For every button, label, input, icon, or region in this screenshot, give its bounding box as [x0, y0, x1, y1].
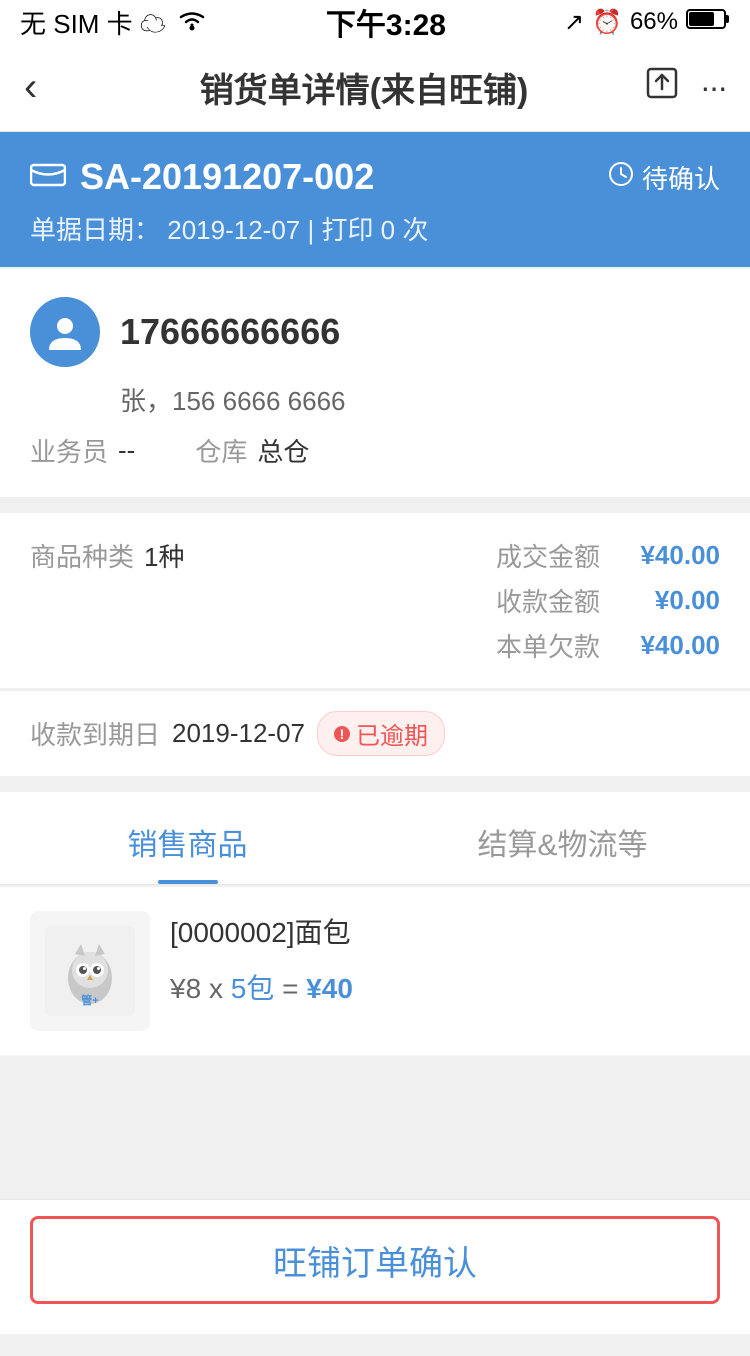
order-id: SA-20191207-002: [30, 156, 374, 198]
order-number: SA-20191207-002: [80, 156, 374, 198]
order-date: 单据日期： 2019-12-07 | 打印 0 次: [30, 210, 720, 247]
received-amount: 收款金额 ¥0.00: [496, 582, 720, 619]
order-icon: [30, 156, 66, 198]
avatar: [30, 297, 100, 367]
confirm-order-button[interactable]: 旺铺订单确认: [30, 1216, 720, 1304]
customer-phone: 17666666666: [120, 311, 340, 353]
more-button[interactable]: ···: [700, 69, 726, 106]
product-name: [0000002]面包: [170, 911, 720, 951]
due-label: 收款到期日: [30, 715, 160, 752]
order-status: 待确认: [608, 159, 720, 196]
product-details: [0000002]面包 ¥8 x 5包 = ¥40: [170, 911, 720, 1007]
battery-icon: [686, 8, 730, 37]
wifi-icon: [176, 7, 208, 38]
status-time: 下午3:28: [326, 0, 446, 44]
tab-products[interactable]: 销售商品: [0, 792, 375, 884]
overdue-icon: !: [334, 726, 350, 742]
bottom-bar: 旺铺订单确认: [0, 1199, 750, 1334]
owed-amount: 本单欠款 ¥40.00: [496, 627, 720, 664]
share-button[interactable]: [644, 65, 680, 110]
tab-settlement[interactable]: 结算&物流等: [375, 792, 750, 884]
transaction-amount: 成交金额 ¥40.00: [496, 537, 720, 574]
tabs-section: 销售商品 结算&物流等: [0, 792, 750, 885]
amounts: 成交金额 ¥40.00 收款金额 ¥0.00 本单欠款 ¥40.00: [496, 537, 720, 664]
page-title: 销货单详情(来自旺铺): [84, 63, 644, 112]
product-list: 管+ [0000002]面包 ¥8 x 5包 = ¥40: [0, 887, 750, 1056]
clock-icon: [608, 161, 634, 194]
warehouse-info: 仓库 总仓: [195, 432, 309, 469]
status-left: 无 SIM 卡 ☁: [20, 4, 208, 41]
status-text: 待确认: [642, 159, 720, 196]
due-date-value: 2019-12-07: [172, 718, 305, 749]
summary-section: 商品种类 1种 成交金额 ¥40.00 收款金额 ¥0.00 本单欠款 ¥40.…: [0, 513, 750, 688]
sales-info: 业务员 --: [30, 432, 135, 469]
due-date-section: 收款到期日 2019-12-07 ! 已逾期: [0, 690, 750, 776]
status-bar: 无 SIM 卡 ☁ 下午3:28 ↗ ⏰ 66%: [0, 0, 750, 44]
nav-actions: ···: [644, 65, 726, 110]
order-header: SA-20191207-002 待确认 单据日期： 2019-12-07 | 打…: [0, 132, 750, 267]
product-thumbnail: 管+: [30, 911, 150, 1031]
customer-name-phone: 张，156 6666 6666: [120, 381, 720, 418]
overdue-text: 已逾期: [356, 716, 428, 751]
no-sim-text: 无 SIM 卡 ☁: [20, 4, 166, 41]
svg-text:管+: 管+: [81, 993, 98, 1007]
back-button[interactable]: ‹: [24, 65, 84, 110]
overdue-badge: ! 已逾期: [317, 711, 445, 756]
table-row: 管+ [0000002]面包 ¥8 x 5包 = ¥40: [0, 887, 750, 1056]
location-icon: ↗: [564, 8, 584, 37]
battery-text: 66%: [630, 8, 678, 36]
nav-bar: ‹ 销货单详情(来自旺铺) ···: [0, 44, 750, 132]
category-info: 商品种类 1种: [30, 537, 184, 574]
customer-info: 17666666666 张，156 6666 6666 业务员 -- 仓库 总仓: [0, 269, 750, 497]
product-price: ¥8 x 5包 = ¥40: [170, 967, 720, 1007]
alarm-icon: ⏰: [592, 8, 622, 37]
status-right: ↗ ⏰ 66%: [564, 8, 730, 37]
